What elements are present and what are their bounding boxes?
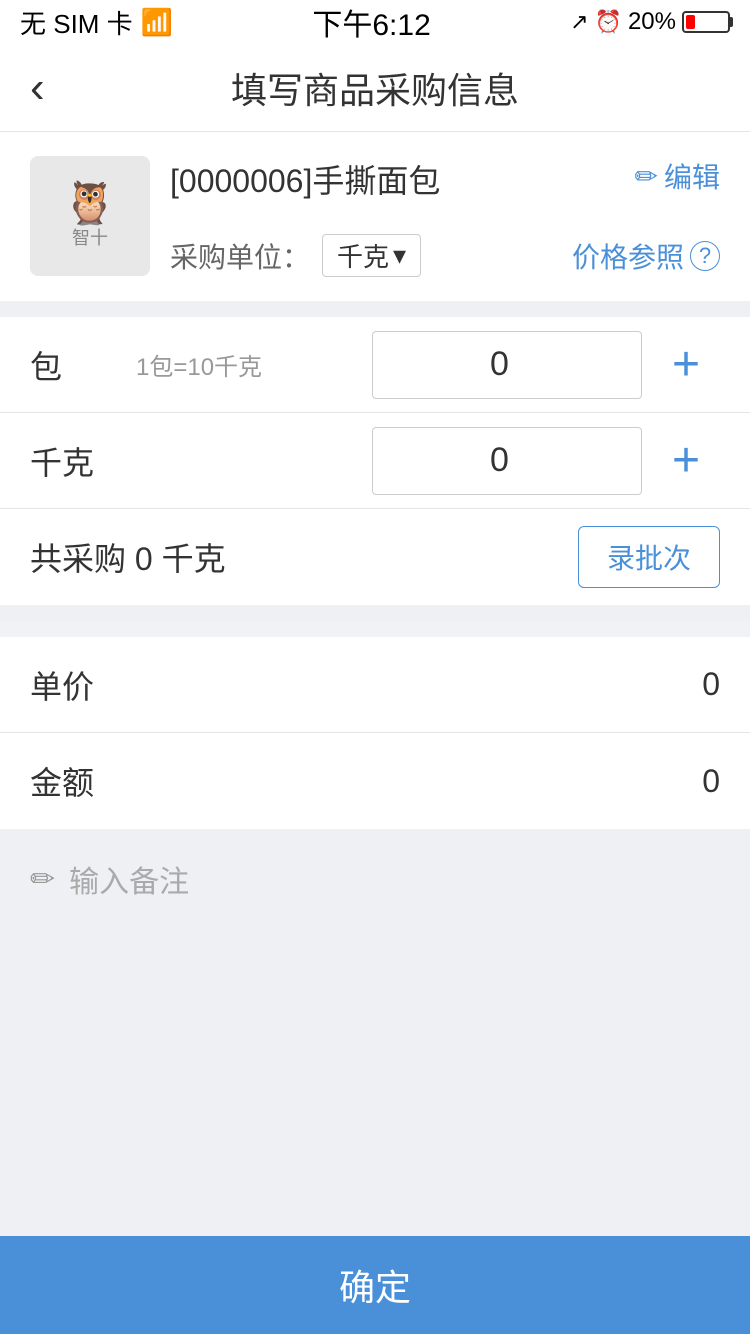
- nav-bar: ‹ 填写商品采购信息: [0, 44, 750, 132]
- batch-button[interactable]: 录批次: [578, 526, 720, 588]
- confirm-button[interactable]: 确定: [0, 1236, 750, 1334]
- remark-placeholder: 输入备注: [69, 857, 189, 901]
- product-card: 🦉 智十 [0000006]手撕面包 ✏ 编辑 采购单位： 千克 ▾ 价格参照 …: [0, 132, 750, 301]
- kg-label: 千克: [30, 438, 130, 484]
- dropdown-arrow-icon: ▾: [393, 240, 406, 271]
- total-label: 共采购 0 千克: [30, 534, 578, 580]
- product-logo-icon: 🦉: [64, 182, 116, 224]
- content-area: [0, 929, 750, 1259]
- pencil-icon: ✏: [30, 862, 55, 897]
- bag-input-row: 包 1包=10千克 +: [0, 317, 750, 413]
- status-time: 下午6:12: [312, 0, 430, 44]
- section-separator-2: [0, 605, 750, 621]
- back-button[interactable]: ‹: [30, 66, 45, 110]
- unit-value: 千克: [337, 237, 389, 274]
- page-title: 填写商品采购信息: [231, 62, 519, 114]
- unit-dropdown[interactable]: 千克 ▾: [322, 234, 421, 277]
- unit-price-label: 单价: [30, 662, 702, 708]
- kg-input-row: 千克 +: [0, 413, 750, 509]
- kg-plus-button[interactable]: +: [652, 427, 720, 495]
- bag-plus-button[interactable]: +: [652, 331, 720, 399]
- unit-prefix-label: 采购单位：: [170, 236, 310, 276]
- battery-icon: [682, 11, 730, 33]
- unit-row: 采购单位： 千克 ▾: [170, 234, 421, 277]
- bag-input[interactable]: [372, 331, 642, 399]
- alarm-icon: ⏰: [595, 9, 622, 35]
- edit-icon: ✏: [635, 160, 658, 193]
- price-ref-button[interactable]: 价格参照 ?: [572, 236, 720, 276]
- price-info-section: 单价 0 金额 0: [0, 637, 750, 829]
- edit-label: 编辑: [664, 156, 720, 196]
- status-left: 无 SIM 卡 📶: [20, 4, 173, 41]
- sim-label: 无 SIM 卡: [20, 4, 133, 41]
- input-section: 包 1包=10千克 + 千克 + 共采购 0 千克 录批次: [0, 317, 750, 605]
- unit-price-value: 0: [702, 666, 720, 703]
- remark-section[interactable]: ✏ 输入备注: [0, 829, 750, 929]
- help-icon: ?: [690, 241, 720, 271]
- product-info: [0000006]手撕面包 ✏ 编辑 采购单位： 千克 ▾ 价格参照 ?: [170, 156, 720, 277]
- amount-row: 金额 0: [0, 733, 750, 829]
- product-image: 🦉 智十: [30, 156, 150, 276]
- edit-button[interactable]: ✏ 编辑: [635, 156, 720, 196]
- kg-input[interactable]: [372, 427, 642, 495]
- status-bar: 无 SIM 卡 📶 下午6:12 ↗ ⏰ 20%: [0, 0, 750, 44]
- status-right: ↗ ⏰ 20%: [570, 8, 730, 36]
- total-row: 共采购 0 千克 录批次: [0, 509, 750, 605]
- unit-price-row: 单价 0: [0, 637, 750, 733]
- price-ref-label: 价格参照: [572, 236, 684, 276]
- bag-label: 包: [30, 342, 130, 388]
- amount-label: 金额: [30, 758, 702, 804]
- amount-value: 0: [702, 763, 720, 800]
- product-name: [0000006]手撕面包: [170, 156, 440, 202]
- bag-sublabel: 1包=10千克: [136, 347, 262, 382]
- battery-pct: 20%: [628, 8, 676, 36]
- location-icon: ↗: [570, 9, 588, 35]
- wifi-icon: 📶: [141, 7, 173, 38]
- section-separator-1: [0, 301, 750, 317]
